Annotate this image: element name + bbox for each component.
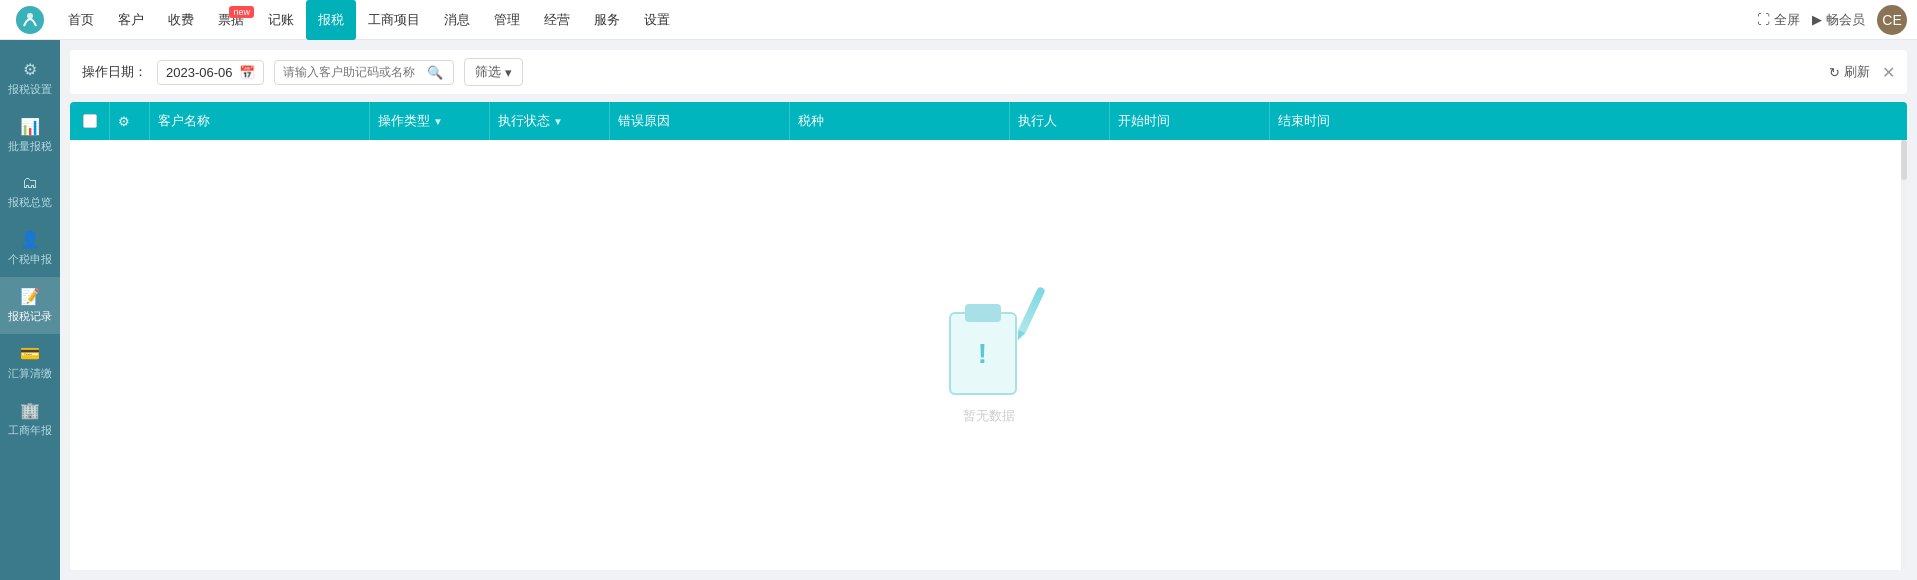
nav-items: 首页客户收费票据new记账报税工商项目消息管理经营服务设置 [56, 0, 1757, 40]
nav-item-operations[interactable]: 经营 [532, 0, 582, 40]
user-avatar-text: CE [1882, 12, 1901, 28]
content-panel: 操作日期： 2023-06-06 📅 🔍 筛选 ▾ ↻ 刷新 [60, 40, 1917, 580]
refresh-label: 刷新 [1844, 63, 1870, 81]
date-value: 2023-06-06 [166, 65, 233, 80]
user-avatar[interactable]: CE [1877, 5, 1907, 35]
nav-item-tax[interactable]: 报税 [306, 0, 356, 40]
app-logo [16, 6, 44, 34]
member-label: 畅会员 [1826, 11, 1865, 29]
empty-state: ! 暂无数据 [899, 245, 1079, 465]
fullscreen-button[interactable]: ⛶ 全屏 [1757, 11, 1800, 29]
overview-icon: 🗂 [22, 174, 38, 192]
th-op-type[interactable]: 操作类型 ▼ [370, 102, 490, 140]
date-picker[interactable]: 2023-06-06 📅 [157, 60, 264, 85]
sidebar-item-geshuishen[interactable]: 👤 个税申报 [0, 220, 60, 277]
nav-item-billing[interactable]: 收费 [156, 0, 206, 40]
th-tax-type: 税种 [790, 102, 1010, 140]
settings-col-icon: ⚙ [118, 114, 130, 129]
svg-point-1 [27, 13, 33, 19]
th-end-time: 结束时间 [1270, 102, 1390, 140]
date-label: 操作日期： [82, 63, 147, 81]
sidebar-label: 报税记录 [8, 309, 52, 324]
sidebar-item-baoshui-zonlan[interactable]: 🗂 报税总览 [0, 164, 60, 220]
search-box[interactable]: 🔍 [274, 60, 454, 85]
table-header: ⚙ 客户名称 操作类型 ▼ 执行状态 ▼ 错误原因 [70, 102, 1907, 140]
empty-illustration: ! [939, 285, 1039, 395]
th-executor: 执行人 [1010, 102, 1110, 140]
refresh-button[interactable]: ↻ 刷新 [1829, 63, 1870, 81]
empty-text: 暂无数据 [963, 407, 1015, 425]
nav-item-accounts[interactable]: 记账 [256, 0, 306, 40]
sidebar-item-baoshui-shezhi[interactable]: ⚙ 报税设置 [0, 50, 60, 107]
annual-report-icon: 🏢 [20, 401, 40, 420]
sidebar-label: 批量报税 [8, 139, 52, 154]
scrollbar-thumb[interactable] [1901, 140, 1907, 180]
sidebar-item-gongshangnian[interactable]: 🏢 工商年报 [0, 391, 60, 448]
record-icon: 📝 [20, 287, 40, 306]
nav-item-industry[interactable]: 工商项目 [356, 0, 432, 40]
top-navigation: 首页客户收费票据new记账报税工商项目消息管理经营服务设置 ⛶ 全屏 ▶ 畅会员… [0, 0, 1917, 40]
sort-icon: ▼ [433, 116, 443, 127]
nav-badge-invoice: new [229, 6, 254, 18]
fullscreen-label: 全屏 [1774, 11, 1800, 29]
sidebar-item-baoshui-jilu[interactable]: 📝 报税记录 [0, 277, 60, 334]
th-exec-status[interactable]: 执行状态 ▼ [490, 102, 610, 140]
th-error-reason: 错误原因 [610, 102, 790, 140]
sidebar-label: 报税总览 [8, 195, 52, 210]
nav-item-home[interactable]: 首页 [56, 0, 106, 40]
th-checkbox[interactable] [70, 102, 110, 140]
scrollbar-track[interactable] [1901, 140, 1907, 570]
sidebar-label: 个税申报 [8, 252, 52, 267]
settings-icon: ⚙ [23, 60, 37, 79]
refresh-icon: ↻ [1829, 65, 1840, 80]
search-input[interactable] [283, 65, 423, 79]
nav-item-manage[interactable]: 管理 [482, 0, 532, 40]
sub-sidebar: ⚙ 报税设置 📊 批量报税 🗂 报税总览 👤 个税申报 📝 报税记录 💳 [0, 40, 60, 580]
toolbar: 操作日期： 2023-06-06 📅 🔍 筛选 ▾ ↻ 刷新 [70, 50, 1907, 94]
filter-label: 筛选 [475, 63, 501, 81]
table-body: ! 暂无数据 [70, 140, 1907, 570]
batch-tax-icon: 📊 [20, 117, 40, 136]
th-client-name: 客户名称 [150, 102, 370, 140]
chevron-down-icon: ▾ [505, 65, 512, 80]
calendar-icon: 📅 [239, 65, 255, 80]
sidebar-item-huisuan[interactable]: 💳 汇算清缴 [0, 334, 60, 391]
sidebar-label: 工商年报 [8, 423, 52, 438]
nav-item-messages[interactable]: 消息 [432, 0, 482, 40]
settlement-icon: 💳 [20, 344, 40, 363]
nav-item-settings[interactable]: 设置 [632, 0, 682, 40]
th-start-time: 开始时间 [1110, 102, 1270, 140]
th-settings: ⚙ [110, 102, 150, 140]
toolbar-right: ↻ 刷新 ✕ [1829, 63, 1895, 82]
sort-icon: ▼ [553, 116, 563, 127]
search-icon: 🔍 [427, 65, 443, 80]
topnav-right: ⛶ 全屏 ▶ 畅会员 CE [1757, 5, 1907, 35]
nav-item-invoice[interactable]: 票据new [206, 0, 256, 40]
sidebar-item-piliang-baoshui[interactable]: 📊 批量报税 [0, 107, 60, 164]
member-icon: ▶ [1812, 12, 1822, 27]
select-all-checkbox[interactable] [83, 114, 97, 128]
filter-button[interactable]: 筛选 ▾ [464, 58, 523, 86]
personal-tax-icon: 👤 [20, 230, 40, 249]
nav-item-clients[interactable]: 客户 [106, 0, 156, 40]
sidebar-label: 报税设置 [8, 82, 52, 97]
close-button[interactable]: ✕ [1882, 63, 1895, 82]
sidebar-label: 汇算清缴 [8, 366, 52, 381]
member-button[interactable]: ▶ 畅会员 [1812, 11, 1865, 29]
fullscreen-icon: ⛶ [1757, 12, 1770, 27]
data-table: ⚙ 客户名称 操作类型 ▼ 执行状态 ▼ 错误原因 [70, 102, 1907, 570]
nav-item-services[interactable]: 服务 [582, 0, 632, 40]
